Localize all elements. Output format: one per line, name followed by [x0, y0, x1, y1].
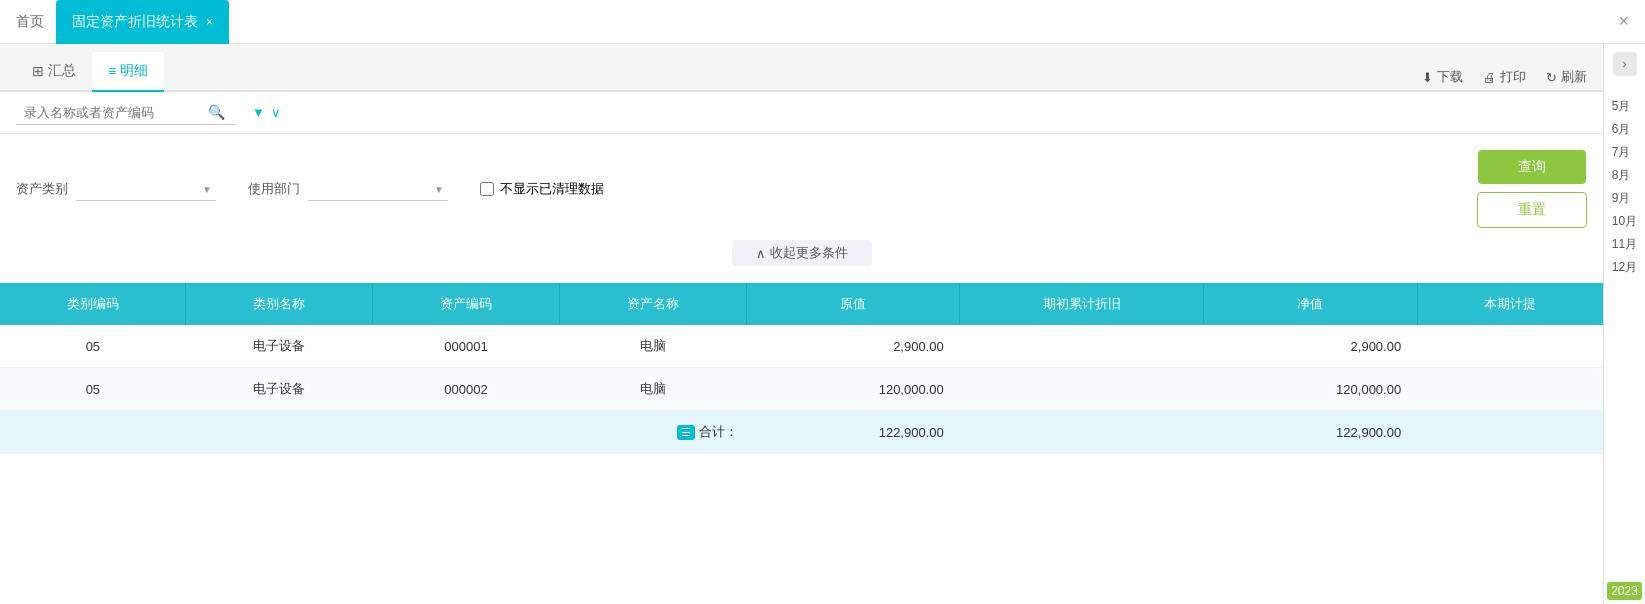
cell-accumulated: [960, 368, 1204, 411]
cell-accumulated: [960, 325, 1204, 368]
hide-cleaned-label: 不显示已清理数据: [500, 180, 604, 198]
sidebar-months: 5月 6月 7月 8月 9月 10月 11月 12月: [1612, 92, 1637, 282]
filter-icon: ▼: [252, 105, 265, 120]
total-row: ☰ 合计： 122,900.00 122,900.00: [0, 411, 1603, 454]
cell-original-value: 2,900.00: [746, 325, 959, 368]
total-empty1: [0, 411, 186, 454]
tab-detail[interactable]: ≡ 明细: [92, 52, 164, 92]
print-icon: 🖨: [1483, 70, 1496, 85]
collapse-icon: ∧: [756, 246, 766, 261]
detail-icon: ≡: [108, 63, 116, 79]
window-close-icon[interactable]: ×: [1618, 11, 1629, 32]
download-label: 下载: [1437, 68, 1463, 86]
cell-code: 05: [0, 325, 186, 368]
col-header-period-depreciation: 本期计提: [1417, 283, 1603, 325]
department-label: 使用部门: [248, 180, 300, 198]
cell-category: 电子设备: [186, 325, 373, 368]
print-label: 打印: [1500, 68, 1526, 86]
reset-button[interactable]: 重置: [1477, 192, 1587, 228]
main-content: ⊞ 汇总 ≡ 明细 ⬇ 下载 🖨 打印 ↻ 刷新: [0, 44, 1645, 604]
query-button[interactable]: 查询: [1478, 150, 1586, 184]
col-header-category: 类别名称: [186, 283, 373, 325]
cell-asset-name: 电脑: [559, 325, 746, 368]
collapse-button[interactable]: ∧ 收起更多条件: [732, 240, 872, 266]
col-header-original-value: 原值: [746, 283, 959, 325]
refresh-button[interactable]: ↻ 刷新: [1546, 68, 1587, 86]
search-input[interactable]: [24, 105, 204, 120]
print-button[interactable]: 🖨 打印: [1483, 68, 1526, 86]
refresh-icon: ↻: [1546, 70, 1557, 85]
cell-net-value: 120,000.00: [1204, 368, 1417, 411]
total-net-value: 122,900.00: [1204, 411, 1417, 454]
filter-row: 资产类别 使用部门: [16, 150, 1587, 228]
download-icon: ⬇: [1422, 70, 1433, 85]
filter-chevron-icon: ∨: [271, 105, 281, 120]
tab-close-icon[interactable]: ×: [206, 15, 213, 29]
filter-actions: 查询 重置: [1477, 150, 1587, 228]
tab-summary-label: 汇总: [48, 62, 76, 80]
col-header-net-value: 净值: [1204, 283, 1417, 325]
sidebar-year-badge[interactable]: 2023: [1607, 582, 1642, 600]
top-nav: 首页 固定资产折旧统计表 × ×: [0, 0, 1645, 44]
cell-period-dep: [1417, 325, 1603, 368]
right-sidebar: › 5月 6月 7月 8月 9月 10月 11月 12月 2023: [1603, 44, 1645, 604]
tab-detail-label: 明细: [120, 62, 148, 80]
table-header-row: 类别编码 类别名称 资产编码 资产名称 原值 期初累计折旧 净值 本期计提: [0, 283, 1603, 325]
cell-original-value: 120,000.00: [746, 368, 959, 411]
asset-category-label: 资产类别: [16, 180, 68, 198]
sidebar-month-item[interactable]: 8月: [1612, 167, 1637, 184]
summary-icon: ⊞: [32, 63, 44, 79]
asset-category-select[interactable]: [76, 177, 216, 201]
sidebar-month-item[interactable]: 5月: [1612, 98, 1637, 115]
tab-bar: ⊞ 汇总 ≡ 明细 ⬇ 下载 🖨 打印 ↻ 刷新: [0, 44, 1603, 92]
search-wrap: 🔍: [16, 100, 236, 125]
department-select[interactable]: [308, 177, 448, 201]
download-button[interactable]: ⬇ 下载: [1422, 68, 1463, 86]
table-row: 05 电子设备 000002 电脑 120,000.00 120,000.00: [0, 368, 1603, 411]
hide-cleaned-checkbox[interactable]: 不显示已清理数据: [480, 180, 604, 198]
filter-panel: 资产类别 使用部门: [0, 134, 1603, 283]
cell-net-value: 2,900.00: [1204, 325, 1417, 368]
table-row: 05 电子设备 000001 电脑 2,900.00 2,900.00: [0, 325, 1603, 368]
collapse-label: 收起更多条件: [770, 244, 848, 262]
search-icon[interactable]: 🔍: [208, 104, 225, 120]
department-select-wrap: [308, 177, 448, 201]
tab-label: 固定资产折旧统计表: [72, 13, 198, 31]
total-label: ☰ 合计：: [373, 411, 747, 454]
col-header-code: 类别编码: [0, 283, 186, 325]
department-field: 使用部门: [248, 177, 448, 201]
data-table: 类别编码 类别名称 资产编码 资产名称 原值 期初累计折旧 净值 本期计提 05…: [0, 283, 1603, 454]
cell-period-dep: [1417, 368, 1603, 411]
refresh-label: 刷新: [1561, 68, 1587, 86]
sidebar-month-item[interactable]: 11月: [1612, 236, 1637, 253]
col-header-asset-code: 资产编码: [373, 283, 560, 325]
left-panel: ⊞ 汇总 ≡ 明细 ⬇ 下载 🖨 打印 ↻ 刷新: [0, 44, 1603, 604]
more-filter-button[interactable]: ▼ ∨: [252, 105, 281, 120]
cell-code: 05: [0, 368, 186, 411]
asset-category-select-wrap: [76, 177, 216, 201]
tab-summary[interactable]: ⊞ 汇总: [16, 52, 92, 92]
sidebar-month-item[interactable]: 9月: [1612, 190, 1637, 207]
table-wrap: 类别编码 类别名称 资产编码 资产名称 原值 期初累计折旧 净值 本期计提 05…: [0, 283, 1603, 604]
total-accumulated: [960, 411, 1204, 454]
cell-asset-name: 电脑: [559, 368, 746, 411]
total-empty2: [186, 411, 373, 454]
home-link[interactable]: 首页: [16, 13, 44, 31]
asset-category-field: 资产类别: [16, 177, 216, 201]
sidebar-month-item[interactable]: 10月: [1612, 213, 1637, 230]
active-tab[interactable]: 固定资产折旧统计表 ×: [56, 0, 229, 44]
total-period-dep: [1417, 411, 1603, 454]
search-toolbar: 🔍 ▼ ∨: [0, 92, 1603, 134]
hide-cleaned-input[interactable]: [480, 182, 494, 196]
sidebar-month-item[interactable]: 12月: [1612, 259, 1637, 276]
total-original-value: 122,900.00: [746, 411, 959, 454]
sidebar-month-item[interactable]: 7月: [1612, 144, 1637, 161]
cell-category: 电子设备: [186, 368, 373, 411]
cell-asset-code: 000002: [373, 368, 560, 411]
cell-asset-code: 000001: [373, 325, 560, 368]
sidebar-month-item[interactable]: 6月: [1612, 121, 1637, 138]
sidebar-expand-icon[interactable]: ›: [1613, 52, 1637, 76]
col-header-accumulated-depreciation: 期初累计折旧: [960, 283, 1204, 325]
col-header-asset-name: 资产名称: [559, 283, 746, 325]
